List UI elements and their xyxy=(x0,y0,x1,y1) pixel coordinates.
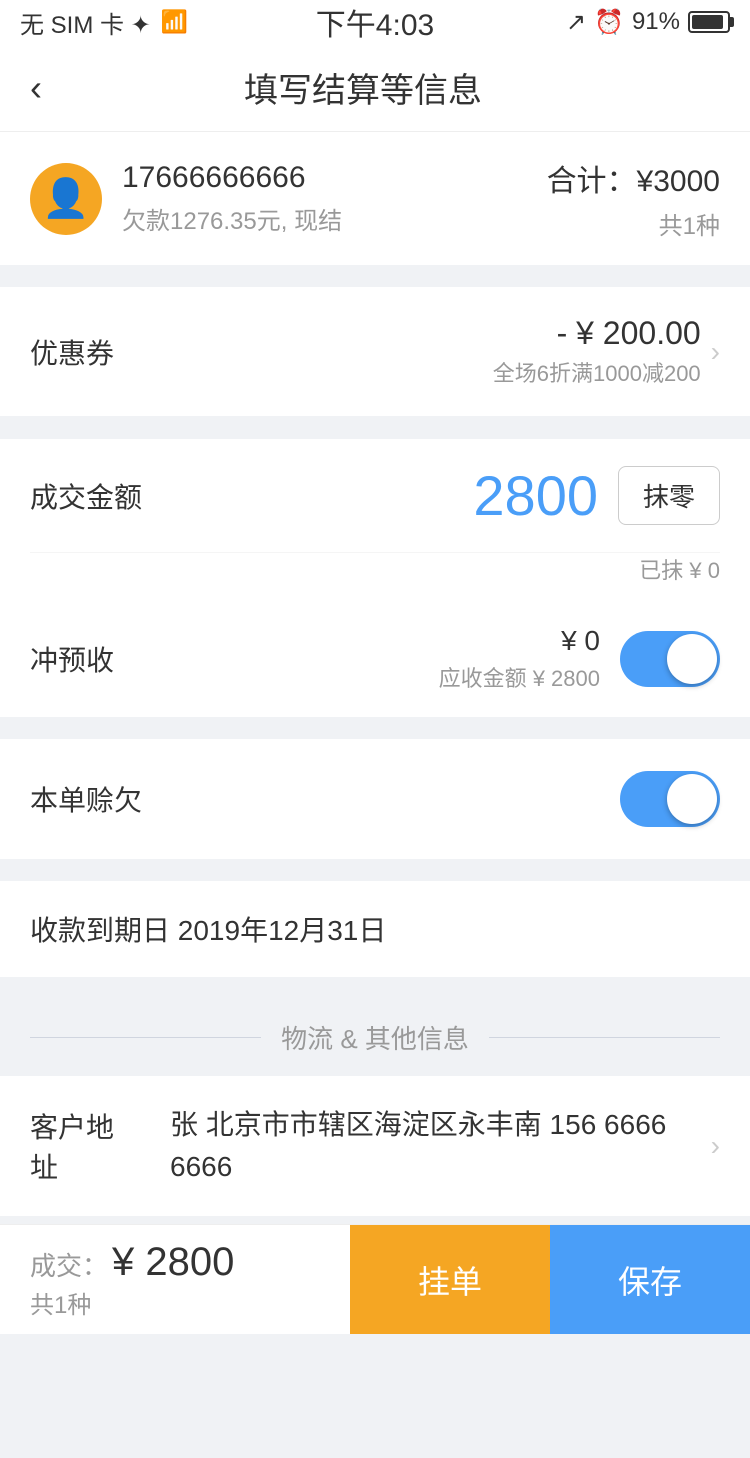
coupon-chevron-icon: › xyxy=(711,336,720,368)
logistics-label: 物流 & 其他信息 xyxy=(281,1019,469,1056)
customer-info: 17666666666 欠款1276.35元, 现结 xyxy=(122,161,547,236)
due-date-label: 收款到期日 2019年12月31日 xyxy=(30,915,386,946)
pre-receive-row: 冲预收 ¥ 0 应收金额 ¥ 2800 xyxy=(30,601,720,717)
bottom-deal-label: 成交： xyxy=(30,1246,108,1283)
status-left: 无 SIM 卡 ✦ 📶 xyxy=(20,5,188,40)
sep-line-left xyxy=(30,1037,261,1038)
save-button[interactable]: 保存 xyxy=(550,1225,750,1334)
amount-label: 成交金额 xyxy=(30,476,473,516)
page-title: 填写结算等信息 xyxy=(62,63,664,112)
amount-row: 成交金额 2800 抹零 xyxy=(30,439,720,553)
debt-row: 本单赊欠 xyxy=(30,739,720,859)
avatar: 👤 xyxy=(30,163,102,235)
date-section: 收款到期日 2019年12月31日 xyxy=(0,881,750,977)
bottom-amount: ¥ 2800 xyxy=(112,1240,234,1285)
toggle-knob xyxy=(667,634,717,684)
amount-section: 成交金额 2800 抹零 已抹 ¥ 0 冲预收 ¥ 0 应收金额 ¥ 2800 xyxy=(0,439,750,717)
coupon-right: - ¥ 200.00 全场6折满1000减200 xyxy=(493,315,701,388)
total-info: 合计：¥3000 共1种 xyxy=(547,156,720,241)
bottom-info: 成交： ¥ 2800 共1种 xyxy=(0,1225,350,1334)
status-time: 下午4:03 xyxy=(316,0,434,44)
customer-row: 👤 17666666666 欠款1276.35元, 现结 合计：¥3000 共1… xyxy=(0,132,750,265)
status-right: ↗ ⏰ 91% xyxy=(566,8,730,37)
pre-receive-right: ¥ 0 应收金额 ¥ 2800 xyxy=(439,625,720,693)
alarm-icon: ⏰ xyxy=(594,8,624,37)
customer-phone: 17666666666 xyxy=(122,161,547,195)
debt-section: 本单赊欠 xyxy=(0,739,750,859)
pre-receive-sub: 应收金额 ¥ 2800 xyxy=(439,661,600,693)
bottom-bar: 成交： ¥ 2800 共1种 挂单 保存 xyxy=(0,1224,750,1334)
debt-toggle-knob xyxy=(667,774,717,824)
amount-value: 2800 xyxy=(473,463,598,528)
address-content: 张 北京市市辖区海淀区永丰南 156 6666 6666 xyxy=(170,1104,701,1188)
divider-5 xyxy=(0,979,750,999)
sim-label: 无 SIM 卡 ✦ xyxy=(20,5,151,40)
location-icon: ↗ xyxy=(566,8,586,37)
coupon-discount: - ¥ 200.00 xyxy=(493,315,701,352)
back-button[interactable]: ‹ xyxy=(30,67,62,109)
round-button[interactable]: 抹零 xyxy=(618,466,720,525)
status-bar: 无 SIM 卡 ✦ 📶 下午4:03 ↗ ⏰ 91% xyxy=(0,0,750,44)
sep-line-right xyxy=(489,1037,720,1038)
divider-4 xyxy=(0,861,750,881)
amount-right: 2800 抹零 xyxy=(473,463,720,528)
pending-button[interactable]: 挂单 xyxy=(350,1225,550,1334)
coupon-detail: 全场6折满1000减200 xyxy=(493,356,701,388)
battery-percent: 91% xyxy=(632,8,680,36)
address-chevron-icon: › xyxy=(711,1130,720,1162)
coupon-row[interactable]: 优惠券 - ¥ 200.00 全场6折满1000减200 › xyxy=(0,287,750,417)
pre-receive-value: ¥ 0 xyxy=(439,625,600,657)
debt-label: 本单赊欠 xyxy=(30,779,620,819)
pre-receive-amount: ¥ 0 应收金额 ¥ 2800 xyxy=(439,625,600,693)
pre-receive-label: 冲预收 xyxy=(30,639,439,679)
user-icon: 👤 xyxy=(42,177,89,221)
battery-icon xyxy=(688,11,730,33)
amount-sub: 已抹 ¥ 0 xyxy=(639,558,720,583)
total-count: 共1种 xyxy=(547,206,720,241)
customer-sub: 欠款1276.35元, 现结 xyxy=(122,201,547,236)
bottom-count: 共1种 xyxy=(30,1285,320,1320)
divider-2 xyxy=(0,419,750,439)
wifi-icon: 📶 xyxy=(161,9,188,35)
coupon-label: 优惠券 xyxy=(30,332,493,372)
divider-1 xyxy=(0,267,750,287)
header: ‹ 填写结算等信息 xyxy=(0,44,750,132)
divider-3 xyxy=(0,719,750,739)
address-label: 客户地址 xyxy=(30,1106,140,1186)
pre-receive-toggle[interactable] xyxy=(620,631,720,687)
logistics-separator: 物流 & 其他信息 xyxy=(0,999,750,1076)
total-amount: 合计：¥3000 xyxy=(547,156,720,200)
address-section[interactable]: 客户地址 张 北京市市辖区海淀区永丰南 156 6666 6666 › xyxy=(0,1076,750,1216)
debt-toggle[interactable] xyxy=(620,771,720,827)
